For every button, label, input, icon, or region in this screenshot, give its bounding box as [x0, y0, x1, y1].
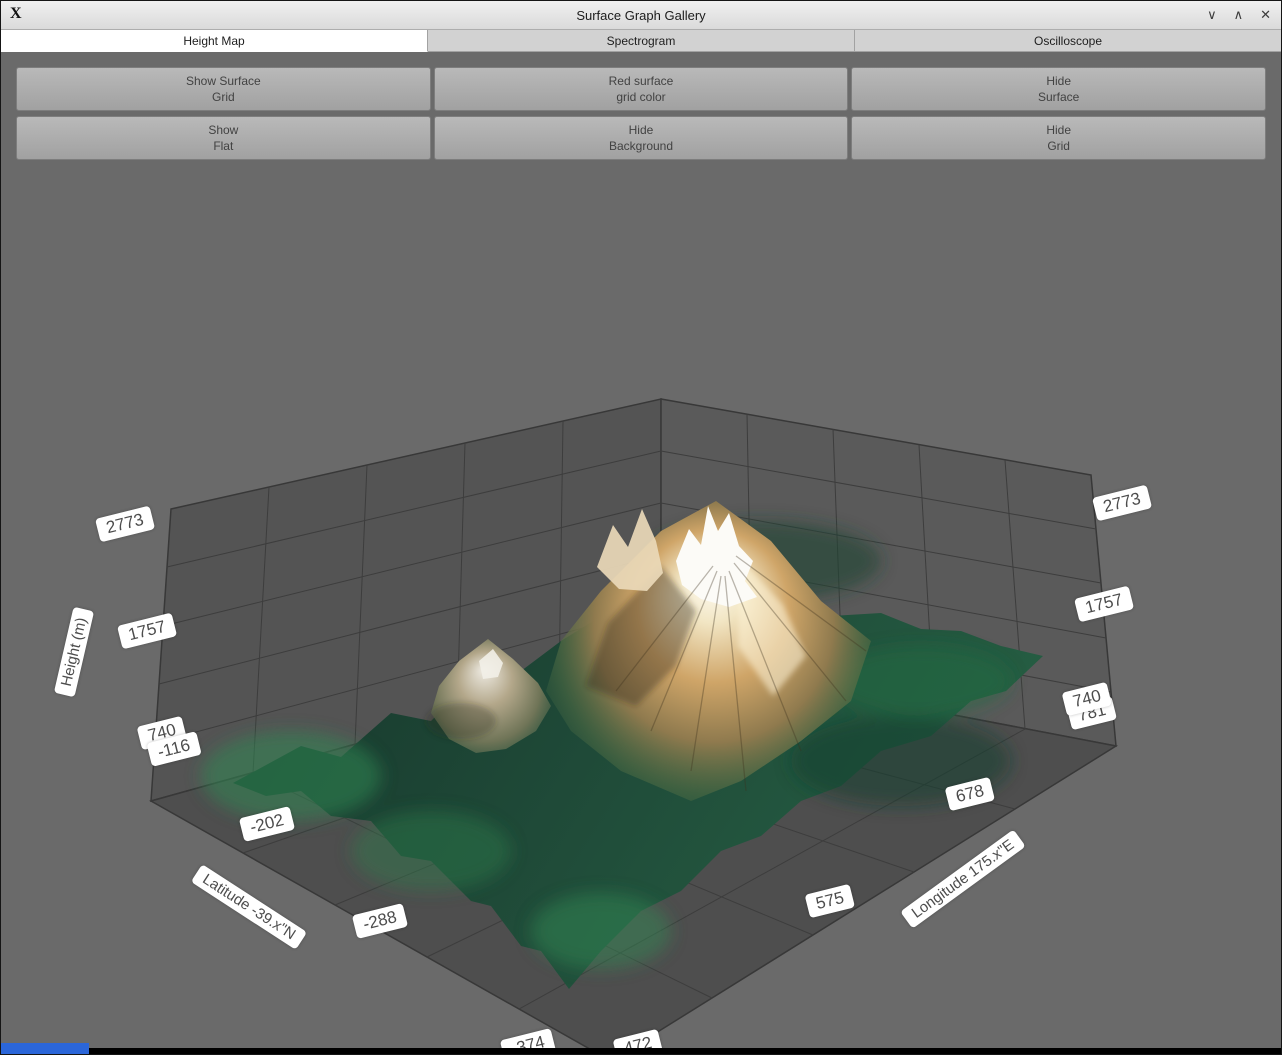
hide-background-button[interactable]: Hide Background — [434, 116, 849, 160]
app-window: X Surface Graph Gallery ∨ ∧ ✕ Height Map… — [0, 0, 1282, 1055]
toolbar: Show Surface Grid Red surface grid color… — [1, 52, 1281, 160]
title-bar: X Surface Graph Gallery ∨ ∧ ✕ — [1, 1, 1281, 30]
red-surface-grid-color-button[interactable]: Red surface grid color — [434, 67, 849, 111]
window-title: Surface Graph Gallery — [576, 8, 705, 23]
show-flat-button[interactable]: Show Flat — [16, 116, 431, 160]
bottom-edge-bar — [1, 1048, 1281, 1054]
tab-bar: Height Map Spectrogram Oscilloscope — [1, 30, 1281, 52]
tab-oscilloscope[interactable]: Oscilloscope — [855, 30, 1281, 52]
window-controls: ∨ ∧ ✕ — [1207, 1, 1271, 29]
hide-surface-button[interactable]: Hide Surface — [851, 67, 1266, 111]
taskbar-accent — [1, 1043, 89, 1054]
tab-height-map[interactable]: Height Map — [1, 30, 428, 52]
minimize-icon[interactable]: ∨ — [1207, 7, 1217, 23]
close-icon[interactable]: ✕ — [1260, 7, 1271, 23]
maximize-icon[interactable]: ∧ — [1234, 7, 1244, 23]
hide-grid-button[interactable]: Hide Grid — [851, 116, 1266, 160]
show-surface-grid-button[interactable]: Show Surface Grid — [16, 67, 431, 111]
app-icon[interactable]: X — [10, 5, 22, 23]
tab-spectrogram[interactable]: Spectrogram — [428, 30, 855, 52]
